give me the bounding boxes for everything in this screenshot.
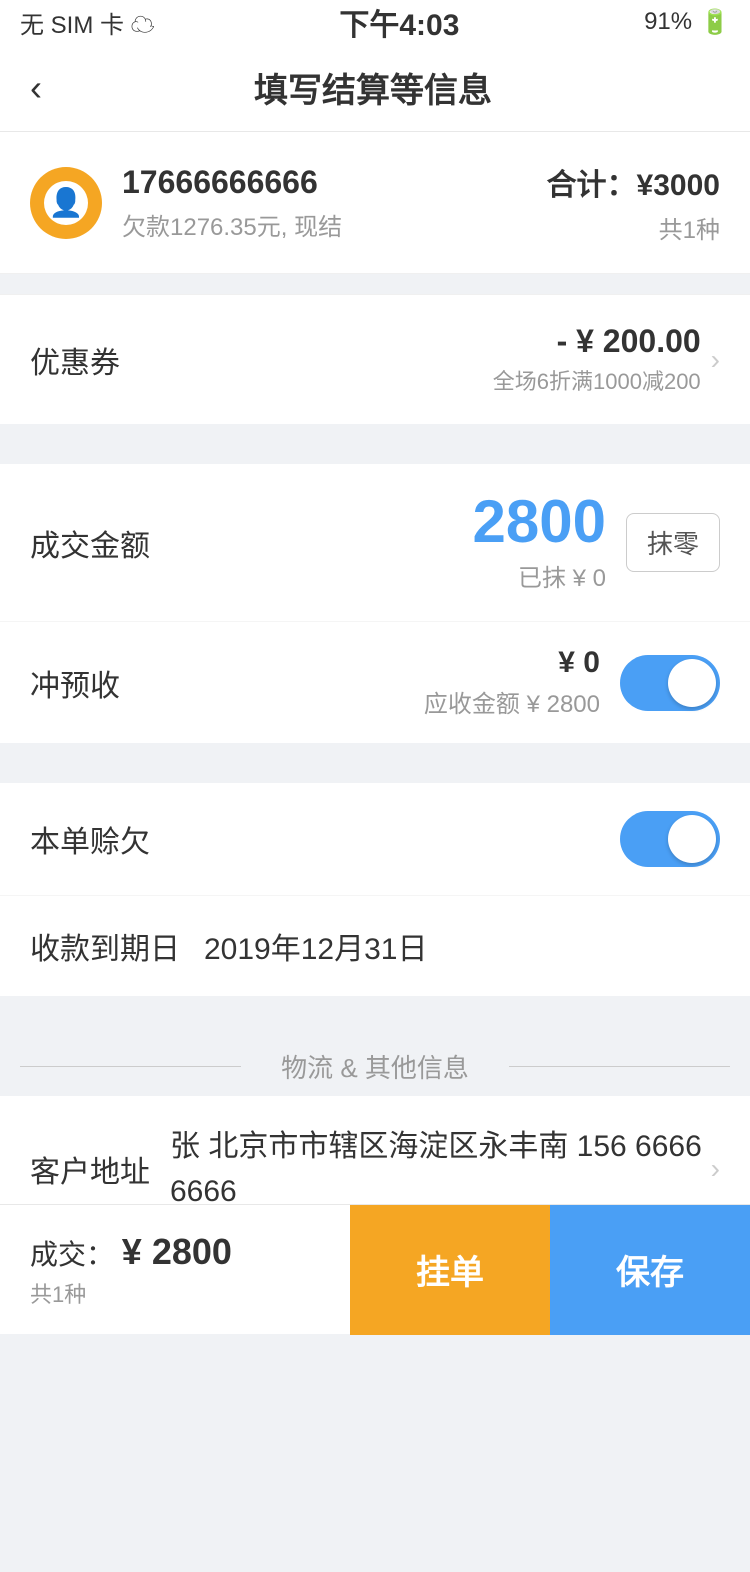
divider-1 bbox=[0, 444, 750, 464]
nav-bar: ‹ 填写结算等信息 bbox=[0, 44, 750, 132]
prepaid-row: 冲预收 ¥ 0 应收金额 ¥ 2800 bbox=[0, 622, 750, 743]
deal-right: 2800 已抹 ¥ 0 抹零 bbox=[473, 492, 721, 593]
status-left: 无 SIM 卡 ☁ bbox=[20, 5, 155, 40]
coupon-row[interactable]: 优惠券 - ¥ 200.00 全场6折满1000减200 › bbox=[0, 294, 750, 424]
bottom-deal-label: 成交： bbox=[30, 1239, 114, 1270]
due-date-label: 收款到期日 bbox=[30, 924, 180, 968]
back-button[interactable]: ‹ bbox=[30, 67, 42, 109]
bad-debt-section: 本单赊欠 收款到期日 2019年12月31日 bbox=[0, 783, 750, 996]
coupon-amount: - ¥ 200.00 bbox=[493, 323, 701, 360]
bad-debt-label: 本单赊欠 bbox=[30, 817, 150, 861]
prepaid-label: 冲预收 bbox=[30, 661, 120, 705]
avatar: 👤 bbox=[30, 167, 102, 239]
erase-button[interactable]: 抹零 bbox=[626, 513, 720, 572]
bad-debt-toggle-knob bbox=[668, 815, 716, 863]
coupon-right: - ¥ 200.00 全场6折满1000减200 › bbox=[493, 323, 720, 396]
bottom-bar: 成交： ¥ 2800 共1种 挂单 保存 bbox=[0, 1204, 750, 1334]
bottom-deal-amount: ¥ 2800 bbox=[122, 1231, 232, 1272]
deal-erased: 已抹 ¥ 0 bbox=[473, 558, 606, 593]
status-right: 91% 🔋 bbox=[644, 8, 730, 37]
prepaid-toggle[interactable] bbox=[620, 655, 720, 711]
logistics-divider: 物流 & 其他信息 bbox=[0, 1036, 750, 1096]
due-date-row: 收款到期日 2019年12月31日 bbox=[0, 895, 750, 996]
bottom-info: 成交： ¥ 2800 共1种 bbox=[0, 1231, 350, 1309]
customer-info: 17666666666 欠款1276.35元, 现结 bbox=[122, 164, 547, 242]
battery-icon: 🔋 bbox=[700, 8, 730, 37]
prepaid-right: ¥ 0 应收金额 ¥ 2800 bbox=[424, 646, 720, 719]
bad-debt-toggle[interactable] bbox=[620, 811, 720, 867]
deal-row: 成交金额 2800 已抹 ¥ 0 抹零 bbox=[0, 464, 750, 622]
bad-debt-row: 本单赊欠 bbox=[0, 783, 750, 895]
deal-label: 成交金额 bbox=[30, 521, 150, 565]
deal-amount: 2800 bbox=[473, 492, 606, 552]
avatar-icon: 👤 bbox=[49, 186, 84, 219]
due-date-value: 2019年12月31日 bbox=[204, 924, 427, 968]
toggle-knob bbox=[668, 659, 716, 707]
customer-phone: 17666666666 bbox=[122, 164, 547, 201]
status-bar: 无 SIM 卡 ☁ 下午4:03 91% 🔋 bbox=[0, 0, 750, 44]
bottom-count: 共1种 bbox=[30, 1277, 320, 1309]
logistics-line-left bbox=[20, 1066, 241, 1067]
address-chevron-icon: › bbox=[711, 1153, 720, 1185]
address-value: 张 北京市市辖区海淀区永丰南 156 6666 6666 bbox=[170, 1124, 711, 1214]
hang-button[interactable]: 挂单 bbox=[350, 1205, 550, 1335]
coupon-desc: 全场6折满1000减200 bbox=[493, 364, 701, 396]
coupon-discount: - ¥ 200.00 全场6折满1000减200 bbox=[493, 323, 701, 396]
prepaid-receivable: 应收金额 ¥ 2800 bbox=[424, 684, 600, 719]
deal-section: 成交金额 2800 已抹 ¥ 0 抹零 冲预收 ¥ 0 应收金额 ¥ 2800 bbox=[0, 464, 750, 743]
address-label: 客户地址 bbox=[30, 1147, 150, 1191]
divider-3 bbox=[0, 1016, 750, 1036]
prepaid-amount-wrap: ¥ 0 应收金额 ¥ 2800 bbox=[424, 646, 600, 719]
page-title: 填写结算等信息 bbox=[62, 63, 684, 112]
battery-text: 91% bbox=[644, 8, 692, 36]
total-count: 共1种 bbox=[547, 210, 720, 245]
deal-amount-wrap: 2800 已抹 ¥ 0 bbox=[473, 492, 606, 593]
coupon-label: 优惠券 bbox=[30, 338, 120, 382]
chevron-right-icon: › bbox=[711, 344, 720, 376]
prepaid-amount: ¥ 0 bbox=[424, 646, 600, 680]
logistics-line-right bbox=[509, 1066, 730, 1067]
bottom-deal-row: 成交： ¥ 2800 bbox=[30, 1231, 320, 1273]
customer-total: 合计：¥3000 共1种 bbox=[547, 160, 720, 245]
total-amount: 合计：¥3000 bbox=[547, 160, 720, 204]
save-button[interactable]: 保存 bbox=[550, 1205, 750, 1335]
content-area: 👤 17666666666 欠款1276.35元, 现结 合计：¥3000 共1… bbox=[0, 132, 750, 1572]
customer-debt: 欠款1276.35元, 现结 bbox=[122, 207, 547, 242]
logistics-text: 物流 & 其他信息 bbox=[281, 1048, 469, 1085]
customer-card: 👤 17666666666 欠款1276.35元, 现结 合计：¥3000 共1… bbox=[0, 132, 750, 274]
status-time: 下午4:03 bbox=[339, 0, 459, 44]
signal-text: 无 SIM 卡 ☁ bbox=[20, 5, 155, 40]
divider-2 bbox=[0, 763, 750, 783]
